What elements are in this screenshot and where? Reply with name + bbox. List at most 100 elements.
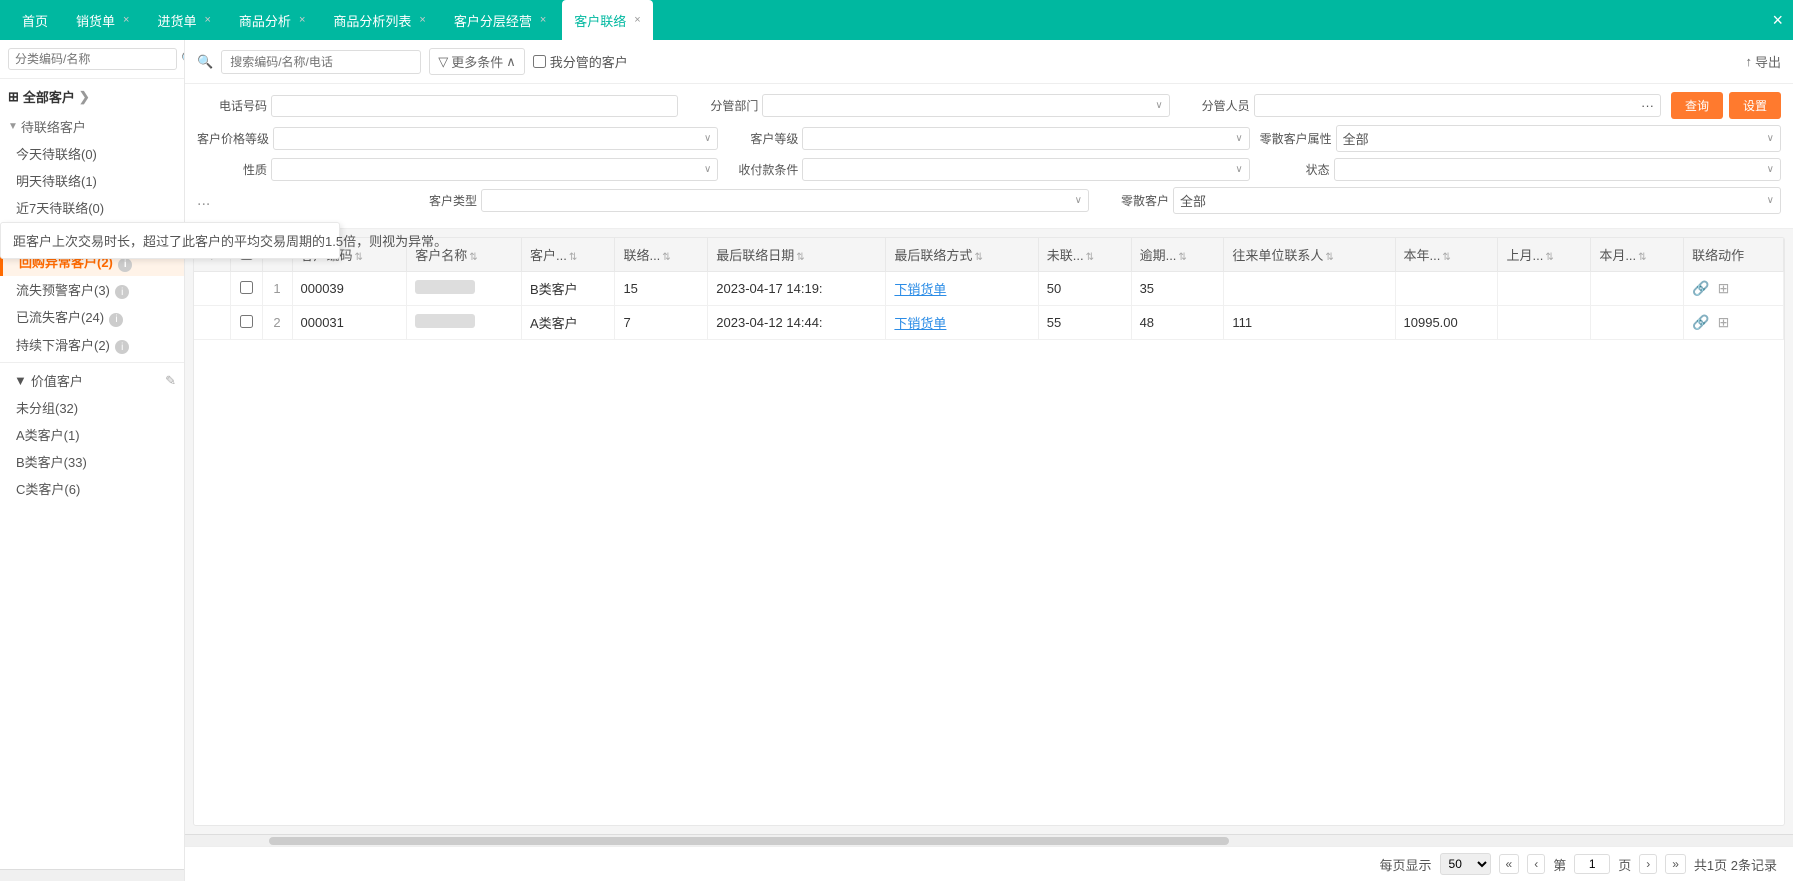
per-page-select[interactable]: 50 10 20 100 [1440,853,1491,875]
row2-last-method-val[interactable]: 下销货单 [894,316,946,331]
waiting-contact-group[interactable]: ▼ 待联络客户 [0,112,184,140]
gender-select[interactable]: ∨ [271,158,718,181]
price-level-select[interactable]: ∨ [273,127,718,150]
th-last-date[interactable]: 最后联络日期⇅ [708,238,886,272]
info-icon[interactable]: i [118,258,132,272]
row2-overdue: 48 [1131,306,1224,340]
th-contact[interactable]: 联络...⇅ [615,238,708,272]
value-customer-group[interactable]: ▼ 价值客户 ✎ [0,367,184,394]
ellipsis-label[interactable]: ... [197,192,210,210]
manager-select[interactable]: ··· [1254,94,1661,117]
th-last-method[interactable]: 最后联络方式⇅ [886,238,1038,272]
last-page-button[interactable]: » [1665,854,1686,874]
sidebar-item-class-b[interactable]: B类客户(33) [0,448,184,475]
nav-tab-home[interactable]: 首页 [10,0,60,40]
row2-last-method[interactable]: 下销货单 [886,306,1038,340]
row1-action[interactable]: 🔗 ⊞ [1684,272,1784,306]
settings-button[interactable]: 设置 [1729,92,1781,119]
nav-tab-customer-tier-close[interactable]: × [540,14,546,26]
row2-checkbox-cell[interactable] [230,306,262,340]
sidebar-item-declining[interactable]: 持续下滑客户(2) i [0,331,184,359]
filter-search-input[interactable] [221,50,421,74]
phone-input[interactable] [271,95,678,117]
next-page-button[interactable]: › [1639,854,1657,874]
nav-tab-purchase-close[interactable]: × [204,14,210,26]
row1-last-method-val[interactable]: 下销货单 [894,282,946,297]
scroll-thumb[interactable] [269,837,1229,845]
row2-name[interactable] [407,306,522,340]
row1-link-icon[interactable]: 🔗 [1692,280,1709,297]
sidebar-item-7days[interactable]: 近7天待联络(0) [0,194,184,221]
filter-cell-customer-type: 客户类型 ∨ [407,189,1089,212]
th-annual-contacts[interactable]: 往来单位联系人⇅ [1224,238,1395,272]
page-number-input[interactable] [1574,854,1610,874]
row2-action[interactable]: 🔗 ⊞ [1684,306,1784,340]
my-customer-checkbox[interactable] [533,55,546,68]
more-conditions-button[interactable]: ▽ 更多条件 ∧ [429,48,525,75]
sidebar-item-ungrouped[interactable]: 未分组(32) [0,394,184,421]
sidebar-collapse-icon[interactable]: ❯ [79,89,90,105]
edit-icon[interactable]: ✎ [165,373,176,389]
nav-tab-product-list[interactable]: 商品分析列表 × [321,0,437,40]
nav-tab-customer-contact[interactable]: 客户联络 × [562,0,652,40]
sidebar-item-lost-warning[interactable]: 流失预警客户(3) i [0,276,184,304]
total-records-label: 共1页 2条记录 [1694,855,1777,874]
export-button[interactable]: ↑ 导出 [1745,52,1781,71]
lost-warning-info-icon[interactable]: i [115,285,129,299]
dept-select[interactable]: ∨ [762,94,1169,117]
retail-attr-select[interactable]: 全部∨ [1336,125,1781,152]
customer-type-label: 客户类型 [407,192,477,209]
window-close-button[interactable]: × [1772,10,1783,31]
row2-contact-val: 7 [623,315,630,330]
th-type[interactable]: 客户...⇅ [522,238,615,272]
sidebar-search-input[interactable] [8,48,177,70]
filter-cell-price-level: 客户价格等级 ∨ [197,127,718,150]
th-unread[interactable]: 未联...⇅ [1038,238,1131,272]
row2-link-icon[interactable]: 🔗 [1692,314,1709,331]
row2-checkbox[interactable] [240,315,253,328]
sidebar-item-class-a[interactable]: A类客户(1) [0,421,184,448]
row2-qr-icon[interactable]: ⊞ [1718,314,1730,331]
sidebar-scrollbar[interactable] [0,869,184,881]
sidebar-item-lost[interactable]: 已流失客户(24) i [0,303,184,331]
payment-select[interactable]: ∨ [802,158,1249,181]
sidebar-item-class-c[interactable]: C类客户(6) [0,475,184,502]
sidebar-item-today[interactable]: 今天待联络(0) [0,140,184,167]
status-select[interactable]: ∨ [1334,158,1781,181]
nav-tab-customer-tier-label: 客户分层经营 [454,11,532,30]
nav-tab-product-list-close[interactable]: × [419,14,425,26]
row2-num: 2 [262,306,292,340]
prev-page-button[interactable]: ‹ [1527,854,1545,874]
row2-code[interactable]: 000031 [292,306,407,340]
row1-this-year [1395,272,1498,306]
payment-label: 收付款条件 [728,161,798,178]
row1-checkbox[interactable] [240,281,253,294]
row1-name[interactable] [407,272,522,306]
row1-last-method[interactable]: 下销货单 [886,272,1038,306]
row1-code[interactable]: 000039 [292,272,407,306]
retail-attr-val: 全部 [1343,129,1369,148]
row1-qr-icon[interactable]: ⊞ [1718,280,1730,297]
query-button[interactable]: 查询 [1671,92,1723,119]
th-last-month[interactable]: 上月...⇅ [1498,238,1591,272]
declining-info-icon[interactable]: i [115,340,129,354]
nav-tab-purchase[interactable]: 进货单 × [145,0,222,40]
th-this-year[interactable]: 本年...⇅ [1395,238,1498,272]
customer-level-select[interactable]: ∨ [802,127,1249,150]
nav-tab-product-analysis[interactable]: 商品分析 × [227,0,317,40]
first-page-button[interactable]: « [1499,854,1520,874]
sidebar-item-tomorrow[interactable]: 明天待联络(1) [0,167,184,194]
nav-tab-sales[interactable]: 销货单 × [64,0,141,40]
nav-tab-product-analysis-close[interactable]: × [299,14,305,26]
th-this-month[interactable]: 本月...⇅ [1591,238,1684,272]
nav-tab-customer-tier[interactable]: 客户分层经营 × [442,0,558,40]
horizontal-scrollbar[interactable] [185,834,1793,846]
customer-type-select[interactable]: ∨ [481,189,1089,212]
nav-tab-customer-contact-close[interactable]: × [634,14,640,26]
retail2-select[interactable]: 全部∨ [1173,187,1781,214]
row1-checkbox-cell[interactable] [230,272,262,306]
nav-tab-sales-close[interactable]: × [123,14,129,26]
my-customer-checkbox-label[interactable]: 我分管的客户 [533,52,628,71]
lost-info-icon[interactable]: i [109,313,123,327]
th-overdue[interactable]: 逾期...⇅ [1131,238,1224,272]
